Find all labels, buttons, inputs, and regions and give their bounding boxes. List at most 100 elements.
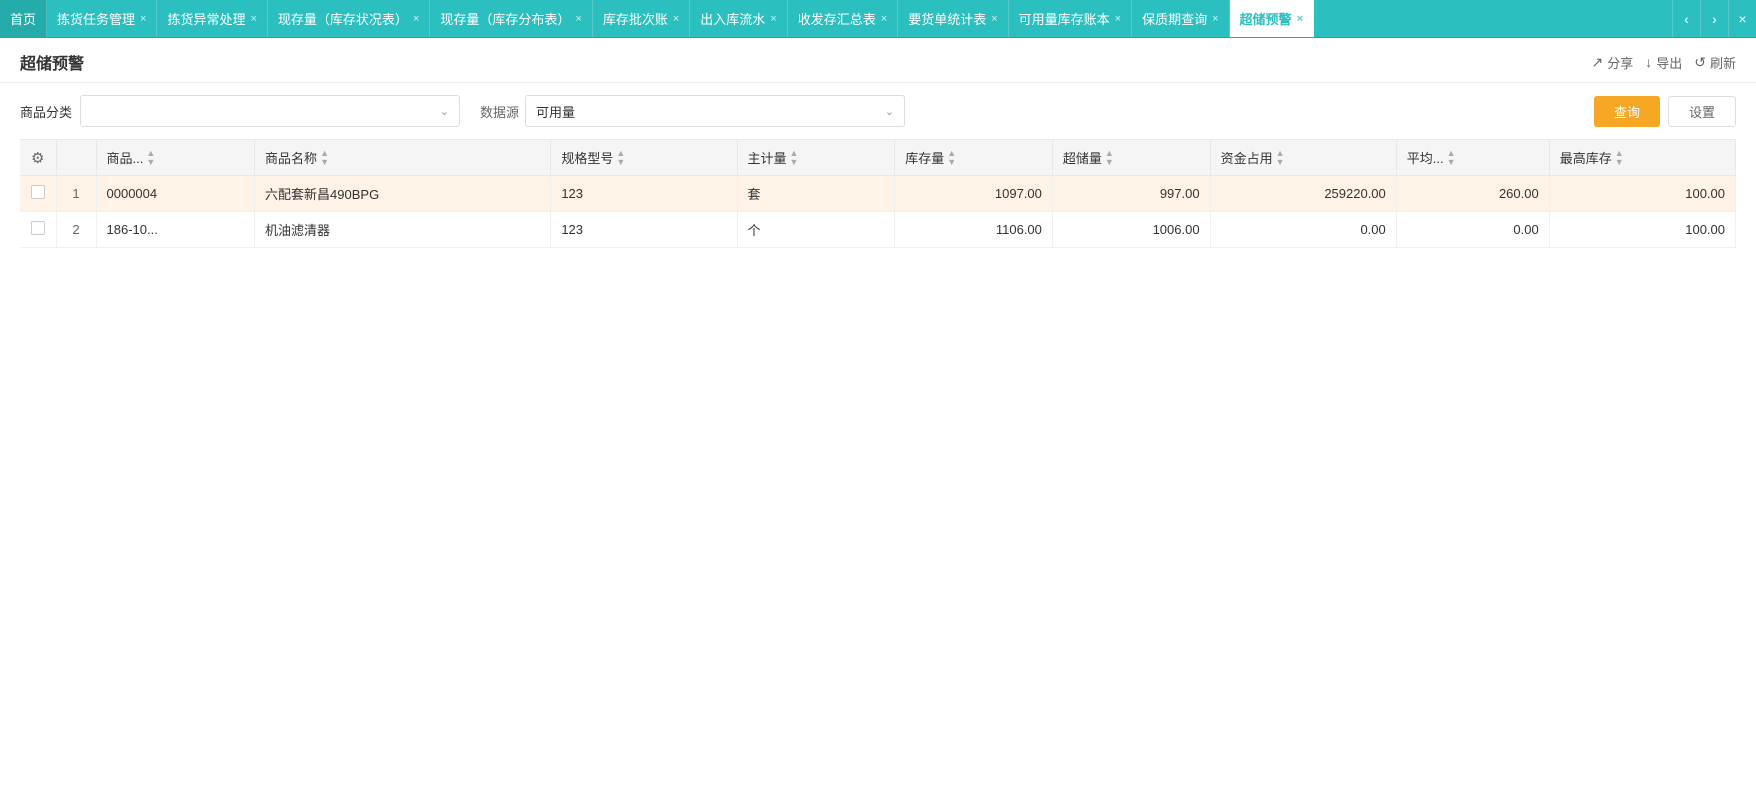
nav-close-quality-check[interactable]: × (1212, 13, 1218, 25)
category-chevron-icon: ⌄ (440, 105, 449, 118)
table-header-row: ⚙ 商品... ▲ ▼ 商品名称 (20, 140, 1736, 176)
nav-close-inventory-dist[interactable]: × (575, 13, 581, 25)
nav-close-available-account[interactable]: × (1115, 13, 1121, 25)
nav-label-home: 首页 (10, 9, 36, 28)
sort-arrows-product-code: ▲ ▼ (146, 149, 155, 167)
row-product-name-0: 六配套新昌490BPG (255, 176, 551, 212)
sort-arrows-avg: ▲ ▼ (1447, 149, 1456, 167)
nav-label-abnormal: 拣货异常处理 (167, 9, 245, 28)
sort-arrows-spec: ▲ ▼ (616, 149, 625, 167)
nav-item-task-mgmt[interactable]: 拣货任务管理 × (47, 0, 157, 37)
row-checkbox-cell (20, 176, 56, 212)
query-button[interactable]: 查询 (1594, 96, 1660, 127)
nav-prev-arrow[interactable]: ‹ (1672, 0, 1700, 38)
nav-next-arrow[interactable]: › (1700, 0, 1728, 38)
data-table: ⚙ 商品... ▲ ▼ 商品名称 (20, 139, 1736, 248)
nav-label-inventory-dist: 现存量（库存分布表） (440, 9, 570, 28)
col-header-avg[interactable]: 平均... ▲ ▼ (1396, 140, 1549, 176)
col-label-max-stock: 最高库存 (1560, 148, 1612, 167)
datasource-chevron-icon: ⌄ (885, 105, 894, 118)
category-select[interactable]: ⌄ (80, 95, 460, 127)
row-checkbox-0[interactable] (31, 185, 45, 199)
row-checkbox-1[interactable] (31, 221, 45, 235)
nav-item-abnormal[interactable]: 拣货异常处理 × (157, 0, 267, 37)
col-header-stock[interactable]: 库存量 ▲ ▼ (895, 140, 1053, 176)
row-product-code-1: 186-10... (96, 212, 255, 248)
table-body: 1 0000004 六配套新昌490BPG 123 套 1097.00 997.… (20, 176, 1736, 248)
nav-label-inout-flow: 出入库流水 (700, 9, 765, 28)
category-filter-group: 商品分类 ⌄ (20, 95, 460, 127)
row-capital-0: 259220.00 (1210, 176, 1396, 212)
nav-close-batch-account[interactable]: × (673, 13, 679, 25)
nav-item-inventory-dist[interactable]: 现存量（库存分布表） × (430, 0, 592, 37)
datasource-value: 可用量 (536, 102, 575, 121)
nav-label-collect-total: 收发存汇总表 (798, 9, 876, 28)
nav-item-inout-flow[interactable]: 出入库流水 × (690, 0, 787, 37)
nav-arrows-container: ‹ › × (1672, 0, 1756, 38)
col-header-capital[interactable]: 资金占用 ▲ ▼ (1210, 140, 1396, 176)
row-stock-0: 1097.00 (895, 176, 1053, 212)
nav-label-quality-check: 保质期查询 (1142, 9, 1207, 28)
nav-close-inventory-status[interactable]: × (413, 13, 419, 25)
col-header-overstock[interactable]: 超储量 ▲ ▼ (1052, 140, 1210, 176)
sort-arrows-product-name: ▲ ▼ (320, 149, 329, 167)
column-settings-icon[interactable]: ⚙ (31, 150, 44, 167)
col-header-product-code[interactable]: 商品... ▲ ▼ (96, 140, 255, 176)
settings-button[interactable]: 设置 (1668, 96, 1736, 127)
share-button[interactable]: ↗ 分享 (1591, 53, 1633, 72)
export-icon: ↓ (1645, 54, 1652, 70)
col-header-max-stock[interactable]: 最高库存 ▲ ▼ (1549, 140, 1735, 176)
col-label-avg: 平均... (1407, 148, 1444, 167)
nav-item-inventory-status[interactable]: 现存量（库存状况表） × (268, 0, 430, 37)
refresh-button[interactable]: ↺ 刷新 (1694, 53, 1736, 72)
sort-arrows-unit: ▲ ▼ (790, 149, 799, 167)
nav-close-task-mgmt[interactable]: × (140, 13, 146, 25)
row-spec-1: 123 (551, 212, 737, 248)
page-header: 超储预警 ↗ 分享 ↓ 导出 ↺ 刷新 (0, 38, 1756, 83)
nav-item-quality-check[interactable]: 保质期查询 × (1132, 0, 1229, 37)
row-stock-1: 1106.00 (895, 212, 1053, 248)
col-label-unit: 主计量 (748, 148, 787, 167)
nav-close-abnormal[interactable]: × (250, 13, 256, 25)
row-overstock-1: 1006.00 (1052, 212, 1210, 248)
row-overstock-0: 997.00 (1052, 176, 1210, 212)
row-checkbox-cell (20, 212, 56, 248)
row-avg-0: 260.00 (1396, 176, 1549, 212)
nav-item-batch-account[interactable]: 库存批次账 × (593, 0, 690, 37)
table-container: ⚙ 商品... ▲ ▼ 商品名称 (0, 139, 1756, 248)
nav-item-overstock-warning[interactable]: 超储预警 × (1230, 0, 1314, 37)
nav-label-inventory-status: 现存量（库存状况表） (278, 9, 408, 28)
nav-close-all[interactable]: × (1728, 0, 1756, 38)
nav-item-available-account[interactable]: 可用量库存账本 × (1009, 0, 1132, 37)
datasource-filter-group: 数据源 可用量 ⌄ (480, 95, 905, 127)
col-header-index (56, 140, 96, 176)
header-actions: ↗ 分享 ↓ 导出 ↺ 刷新 (1591, 53, 1736, 72)
col-header-product-name[interactable]: 商品名称 ▲ ▼ (255, 140, 551, 176)
row-product-code-0: 0000004 (96, 176, 255, 212)
datasource-select[interactable]: 可用量 ⌄ (525, 95, 905, 127)
page-title: 超储预警 (20, 50, 84, 74)
col-header-spec[interactable]: 规格型号 ▲ ▼ (551, 140, 737, 176)
col-header-settings: ⚙ (20, 140, 56, 176)
page-content: 超储预警 ↗ 分享 ↓ 导出 ↺ 刷新 商品分类 ⌄ 数据源 (0, 38, 1756, 800)
col-header-unit[interactable]: 主计量 ▲ ▼ (737, 140, 895, 176)
nav-close-collect-total[interactable]: × (881, 13, 887, 25)
row-index-1: 2 (56, 212, 96, 248)
export-label: 导出 (1656, 53, 1682, 72)
export-button[interactable]: ↓ 导出 (1645, 53, 1682, 72)
nav-item-collect-total[interactable]: 收发存汇总表 × (788, 0, 898, 37)
filter-right-actions: 查询 设置 (1594, 96, 1736, 127)
col-label-product-name: 商品名称 (265, 148, 317, 167)
datasource-label: 数据源 (480, 102, 519, 121)
table-row: 1 0000004 六配套新昌490BPG 123 套 1097.00 997.… (20, 176, 1736, 212)
col-label-product-code: 商品... (107, 148, 144, 167)
nav-close-order-stats[interactable]: × (991, 13, 997, 25)
row-unit-1: 个 (737, 212, 895, 248)
nav-close-overstock-warning[interactable]: × (1297, 13, 1303, 25)
nav-item-home[interactable]: 首页 (0, 0, 47, 37)
nav-item-order-stats[interactable]: 要货单统计表 × (898, 0, 1008, 37)
col-label-capital: 资金占用 (1221, 148, 1273, 167)
nav-close-inout-flow[interactable]: × (770, 13, 776, 25)
category-label: 商品分类 (20, 102, 72, 121)
row-capital-1: 0.00 (1210, 212, 1396, 248)
